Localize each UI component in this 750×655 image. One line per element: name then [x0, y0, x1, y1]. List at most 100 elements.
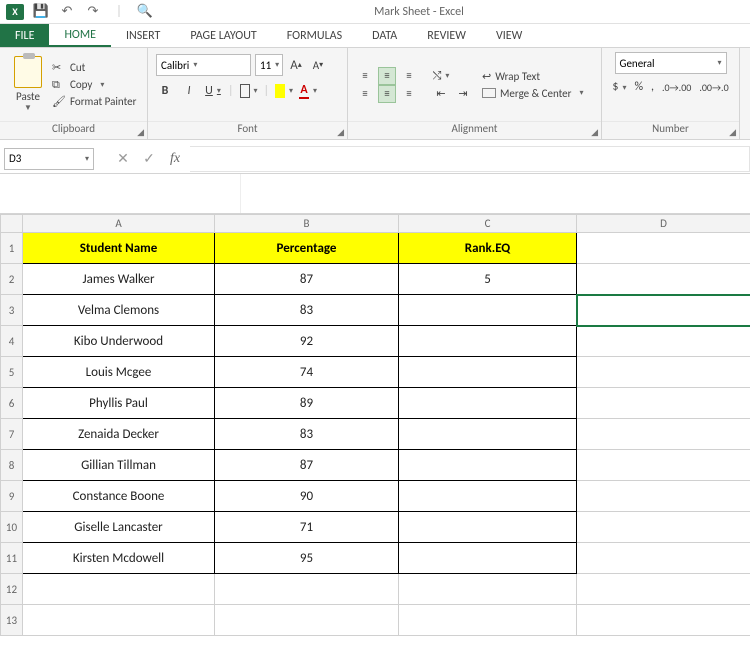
- cell[interactable]: [577, 419, 750, 450]
- percent-icon[interactable]: %: [634, 80, 643, 94]
- cancel-icon[interactable]: ✕: [110, 146, 136, 172]
- col-header[interactable]: D: [577, 215, 750, 233]
- row-header[interactable]: 6: [1, 388, 23, 419]
- decrease-font-icon[interactable]: A▾: [309, 56, 327, 74]
- paste-button[interactable]: Paste ▼: [8, 56, 48, 113]
- col-header[interactable]: B: [215, 215, 399, 233]
- cell[interactable]: 74: [215, 357, 399, 388]
- tab-formulas[interactable]: FORMULAS: [272, 24, 357, 47]
- cell[interactable]: James Walker: [23, 264, 215, 295]
- cell[interactable]: 95: [215, 543, 399, 574]
- row-header[interactable]: 10: [1, 512, 23, 543]
- cell[interactable]: Kibo Underwood: [23, 326, 215, 357]
- cell[interactable]: [399, 357, 577, 388]
- formula-input[interactable]: [190, 146, 750, 172]
- dialog-launcher-icon[interactable]: ◢: [591, 127, 598, 138]
- select-all-corner[interactable]: [1, 215, 23, 233]
- cell[interactable]: Gillian Tillman: [23, 450, 215, 481]
- cell[interactable]: [577, 388, 750, 419]
- currency-icon[interactable]: $▾: [612, 80, 626, 94]
- row-header[interactable]: 3: [1, 295, 23, 326]
- row-header[interactable]: 1: [1, 233, 23, 264]
- decrease-decimal-icon[interactable]: .00→.0: [699, 81, 728, 94]
- row-header[interactable]: 9: [1, 481, 23, 512]
- dialog-launcher-icon[interactable]: ◢: [729, 127, 736, 138]
- enter-icon[interactable]: ✓: [136, 146, 162, 172]
- cell[interactable]: [399, 574, 577, 605]
- cell[interactable]: [577, 605, 750, 636]
- tab-view[interactable]: VIEW: [481, 24, 537, 47]
- dialog-launcher-icon[interactable]: ◢: [137, 127, 144, 138]
- selected-cell[interactable]: [577, 295, 750, 326]
- tab-pagelayout[interactable]: PAGE LAYOUT: [175, 24, 271, 47]
- tab-data[interactable]: DATA: [357, 24, 412, 47]
- cell[interactable]: [577, 326, 750, 357]
- cell[interactable]: [399, 295, 577, 326]
- border-button[interactable]: ▾: [240, 82, 258, 100]
- undo-icon[interactable]: ↶: [58, 3, 76, 21]
- row-header[interactable]: 7: [1, 419, 23, 450]
- cell[interactable]: [577, 357, 750, 388]
- cell[interactable]: 87: [215, 450, 399, 481]
- row-header[interactable]: 12: [1, 574, 23, 605]
- cell[interactable]: Velma Clemons: [23, 295, 215, 326]
- copy-button[interactable]: ⧉Copy▾: [52, 78, 136, 92]
- row-header[interactable]: 5: [1, 357, 23, 388]
- cell[interactable]: [399, 326, 577, 357]
- cut-button[interactable]: ✂Cut: [52, 61, 136, 75]
- cell[interactable]: [577, 574, 750, 605]
- align-right-icon[interactable]: ≡: [400, 85, 418, 103]
- font-size-select[interactable]: 11▾: [255, 54, 283, 76]
- cell[interactable]: [399, 450, 577, 481]
- cell[interactable]: [215, 574, 399, 605]
- increase-font-icon[interactable]: A▴: [287, 56, 305, 74]
- italic-button[interactable]: I: [180, 82, 198, 100]
- tab-home[interactable]: HOME: [49, 24, 111, 47]
- tab-file[interactable]: FILE: [0, 24, 49, 47]
- worksheet-grid[interactable]: A B C D 1 Student Name Percentage Rank.E…: [0, 214, 750, 636]
- cell[interactable]: [399, 605, 577, 636]
- cell[interactable]: [23, 605, 215, 636]
- align-top-icon[interactable]: ≡: [356, 67, 374, 85]
- font-name-select[interactable]: Calibri▾: [156, 54, 251, 76]
- cell[interactable]: [577, 512, 750, 543]
- cell[interactable]: [215, 605, 399, 636]
- align-center-icon[interactable]: ≡: [378, 85, 396, 103]
- fx-icon[interactable]: fx: [162, 146, 188, 172]
- cell[interactable]: Giselle Lancaster: [23, 512, 215, 543]
- bold-button[interactable]: B: [156, 82, 174, 100]
- merge-center-button[interactable]: Merge & Center▾: [482, 87, 584, 100]
- orientation-icon[interactable]: ⤭▾: [432, 67, 450, 85]
- col-header[interactable]: A: [23, 215, 215, 233]
- cell[interactable]: [577, 481, 750, 512]
- print-preview-icon[interactable]: 🔍: [136, 3, 154, 21]
- number-format-select[interactable]: General▾: [615, 52, 727, 74]
- cell[interactable]: 5: [399, 264, 577, 295]
- cell[interactable]: [399, 419, 577, 450]
- align-middle-icon[interactable]: ≡: [378, 67, 396, 85]
- cell[interactable]: Zenaida Decker: [23, 419, 215, 450]
- format-painter-button[interactable]: 🖌Format Painter: [52, 95, 136, 109]
- tab-insert[interactable]: INSERT: [111, 24, 175, 47]
- row-header[interactable]: 4: [1, 326, 23, 357]
- cell[interactable]: [577, 264, 750, 295]
- dialog-launcher-icon[interactable]: ◢: [337, 127, 344, 138]
- cell[interactable]: Louis Mcgee: [23, 357, 215, 388]
- row-header[interactable]: 11: [1, 543, 23, 574]
- cell[interactable]: Kirsten Mcdowell: [23, 543, 215, 574]
- decrease-indent-icon[interactable]: ⇤: [432, 85, 450, 103]
- col-header[interactable]: C: [399, 215, 577, 233]
- row-header[interactable]: 13: [1, 605, 23, 636]
- comma-icon[interactable]: ,: [651, 80, 654, 94]
- fill-color-button[interactable]: ▾: [275, 82, 293, 100]
- cell[interactable]: [577, 543, 750, 574]
- cell[interactable]: 89: [215, 388, 399, 419]
- align-left-icon[interactable]: ≡: [356, 85, 374, 103]
- increase-indent-icon[interactable]: ⇥: [454, 85, 472, 103]
- cell[interactable]: Percentage: [215, 233, 399, 264]
- cell[interactable]: 90: [215, 481, 399, 512]
- row-header[interactable]: 2: [1, 264, 23, 295]
- cell[interactable]: 92: [215, 326, 399, 357]
- cell[interactable]: [577, 233, 750, 264]
- cell[interactable]: 83: [215, 419, 399, 450]
